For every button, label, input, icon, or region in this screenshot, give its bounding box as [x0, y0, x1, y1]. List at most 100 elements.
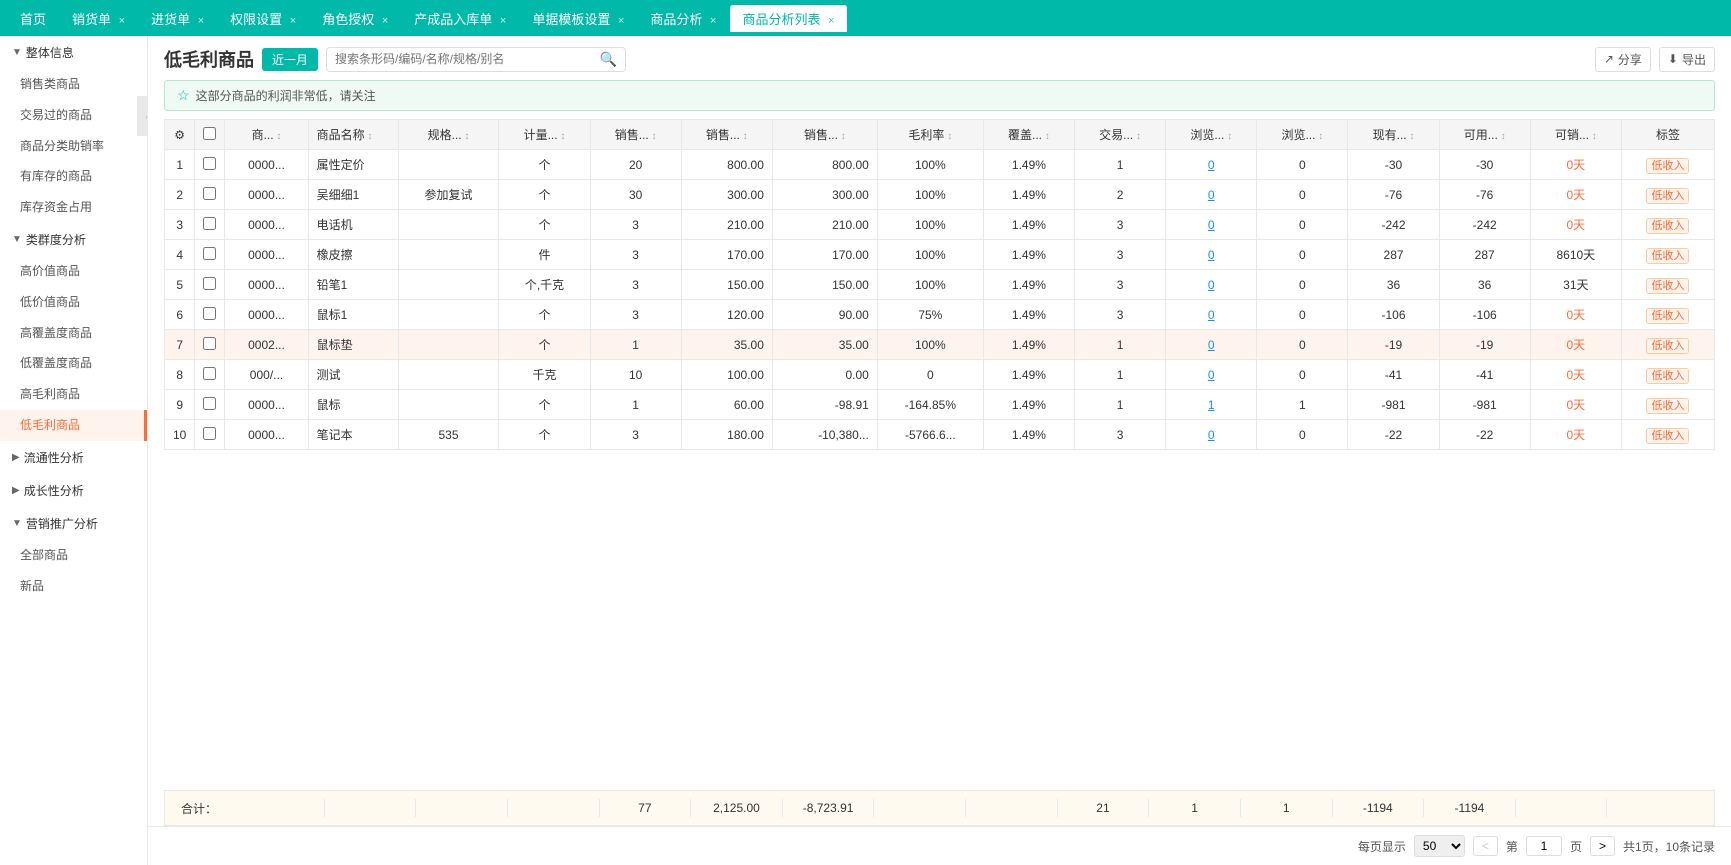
browse-link[interactable]: 0: [1208, 248, 1215, 262]
sidebar-group-marketing[interactable]: ▼ 营销推广分析: [0, 507, 147, 540]
row-checkbox[interactable]: [195, 300, 225, 330]
row-select-checkbox[interactable]: [203, 307, 216, 320]
sidebar-item-sales-products[interactable]: 销售类商品: [0, 69, 147, 100]
next-page-button[interactable]: >: [1590, 836, 1615, 856]
col-header-sales-profit[interactable]: 销售...: [772, 120, 877, 150]
row-browse1[interactable]: 0: [1166, 180, 1257, 210]
col-header-browse2[interactable]: 浏览...: [1257, 120, 1348, 150]
page-size-select[interactable]: 50 100 200: [1414, 835, 1465, 857]
sidebar-item-inventory-capital[interactable]: 库存资金占用: [0, 192, 147, 223]
sidebar-item-all-products[interactable]: 全部商品: [0, 540, 147, 571]
browse-link[interactable]: 0: [1208, 338, 1215, 352]
browse-link[interactable]: 0: [1208, 368, 1215, 382]
col-header-available[interactable]: 可用...: [1439, 120, 1530, 150]
close-icon[interactable]: ×: [500, 15, 506, 27]
col-header-spec[interactable]: 规格...: [398, 120, 499, 150]
row-select-checkbox[interactable]: [203, 367, 216, 380]
nav-home[interactable]: 首页: [8, 5, 58, 32]
col-header-code[interactable]: 商...: [225, 120, 308, 150]
close-icon[interactable]: ×: [382, 15, 388, 27]
row-checkbox[interactable]: [195, 420, 225, 450]
row-checkbox[interactable]: [195, 240, 225, 270]
sidebar-item-high-coverage[interactable]: 高覆盖度商品: [0, 318, 147, 349]
row-checkbox[interactable]: [195, 270, 225, 300]
sidebar-item-traded-products[interactable]: 交易过的商品: [0, 100, 147, 131]
sidebar-item-category-sales-rate[interactable]: 商品分类助销率: [0, 131, 147, 162]
close-icon[interactable]: ×: [290, 15, 296, 27]
share-button[interactable]: ↗ 分享: [1595, 47, 1651, 72]
col-header-saleable[interactable]: 可销...: [1530, 120, 1621, 150]
nav-sales-order[interactable]: 销货单 ×: [60, 5, 137, 32]
browse-link[interactable]: 0: [1208, 188, 1215, 202]
search-input[interactable]: [335, 52, 600, 66]
row-checkbox[interactable]: [195, 150, 225, 180]
col-header-unit[interactable]: 计量...: [499, 120, 590, 150]
row-checkbox[interactable]: [195, 210, 225, 240]
row-select-checkbox[interactable]: [203, 187, 216, 200]
browse-link[interactable]: 0: [1208, 158, 1215, 172]
nav-permission-settings[interactable]: 权限设置 ×: [218, 5, 308, 32]
nav-purchase-order[interactable]: 进货单 ×: [139, 5, 216, 32]
prev-page-button[interactable]: <: [1473, 836, 1498, 856]
row-browse1[interactable]: 0: [1166, 360, 1257, 390]
row-checkbox[interactable]: [195, 330, 225, 360]
row-browse1[interactable]: 0: [1166, 270, 1257, 300]
browse-link[interactable]: 0: [1208, 428, 1215, 442]
row-browse1[interactable]: 0: [1166, 300, 1257, 330]
close-icon[interactable]: ×: [828, 15, 834, 27]
row-checkbox[interactable]: [195, 390, 225, 420]
select-all-header[interactable]: [195, 120, 225, 150]
nav-product-analysis-list[interactable]: 商品分析列表 ×: [730, 5, 846, 32]
row-select-checkbox[interactable]: [203, 157, 216, 170]
sidebar-collapse-btn[interactable]: 《: [137, 96, 148, 136]
row-browse1[interactable]: 0: [1166, 210, 1257, 240]
col-header-current-stock[interactable]: 现有...: [1348, 120, 1439, 150]
nav-product-entry[interactable]: 产成品入库单 ×: [402, 5, 518, 32]
row-select-checkbox[interactable]: [203, 247, 216, 260]
nav-product-analysis[interactable]: 商品分析 ×: [638, 5, 728, 32]
sidebar-item-low-margin[interactable]: 低毛利商品: [0, 410, 147, 441]
row-select-checkbox[interactable]: [203, 217, 216, 230]
row-checkbox[interactable]: [195, 360, 225, 390]
nav-template-settings[interactable]: 单据模板设置 ×: [520, 5, 636, 32]
row-select-checkbox[interactable]: [203, 277, 216, 290]
close-icon[interactable]: ×: [618, 15, 624, 27]
export-button[interactable]: ⬇ 导出: [1659, 47, 1715, 72]
browse-link[interactable]: 0: [1208, 308, 1215, 322]
browse-link[interactable]: 0: [1208, 278, 1215, 292]
close-icon[interactable]: ×: [198, 15, 204, 27]
col-header-sales-amount[interactable]: 销售...: [681, 120, 772, 150]
col-header-name[interactable]: 商品名称: [308, 120, 398, 150]
sidebar-item-low-coverage[interactable]: 低覆盖度商品: [0, 348, 147, 379]
sidebar-group-liquidity[interactable]: ▶ 流通性分析: [0, 441, 147, 474]
browse-link[interactable]: 0: [1208, 218, 1215, 232]
row-browse1[interactable]: 0: [1166, 420, 1257, 450]
time-filter-button[interactable]: 近一月: [262, 48, 318, 71]
sidebar-item-new-products[interactable]: 新品: [0, 571, 147, 602]
row-browse1[interactable]: 0: [1166, 240, 1257, 270]
nav-role-auth[interactable]: 角色授权 ×: [310, 5, 400, 32]
col-header-coverage[interactable]: 覆盖...: [983, 120, 1074, 150]
close-icon[interactable]: ×: [119, 15, 125, 27]
row-browse1[interactable]: 0: [1166, 330, 1257, 360]
search-icon[interactable]: 🔍: [600, 51, 617, 68]
sidebar-item-low-value[interactable]: 低价值商品: [0, 287, 147, 318]
gear-settings-header[interactable]: ⚙: [165, 120, 195, 150]
col-header-transaction[interactable]: 交易...: [1074, 120, 1165, 150]
select-all-checkbox[interactable]: [203, 127, 216, 140]
browse-link[interactable]: 1: [1208, 398, 1215, 412]
page-number-input[interactable]: [1526, 836, 1562, 856]
col-header-browse1[interactable]: 浏览...: [1166, 120, 1257, 150]
row-browse1[interactable]: 0: [1166, 150, 1257, 180]
sidebar-group-growth[interactable]: ▶ 成长性分析: [0, 474, 147, 507]
sidebar-group-cluster[interactable]: ▼ 类群度分析: [0, 223, 147, 256]
col-header-gross-margin[interactable]: 毛利率: [877, 120, 983, 150]
row-select-checkbox[interactable]: [203, 397, 216, 410]
sidebar-group-overall[interactable]: ▼ 整体信息: [0, 36, 147, 69]
row-checkbox[interactable]: [195, 180, 225, 210]
col-header-sales-count[interactable]: 销售...: [590, 120, 681, 150]
row-select-checkbox[interactable]: [203, 427, 216, 440]
search-bar[interactable]: 🔍: [326, 47, 626, 72]
row-select-checkbox[interactable]: [203, 337, 216, 350]
sidebar-item-high-value[interactable]: 高价值商品: [0, 256, 147, 287]
